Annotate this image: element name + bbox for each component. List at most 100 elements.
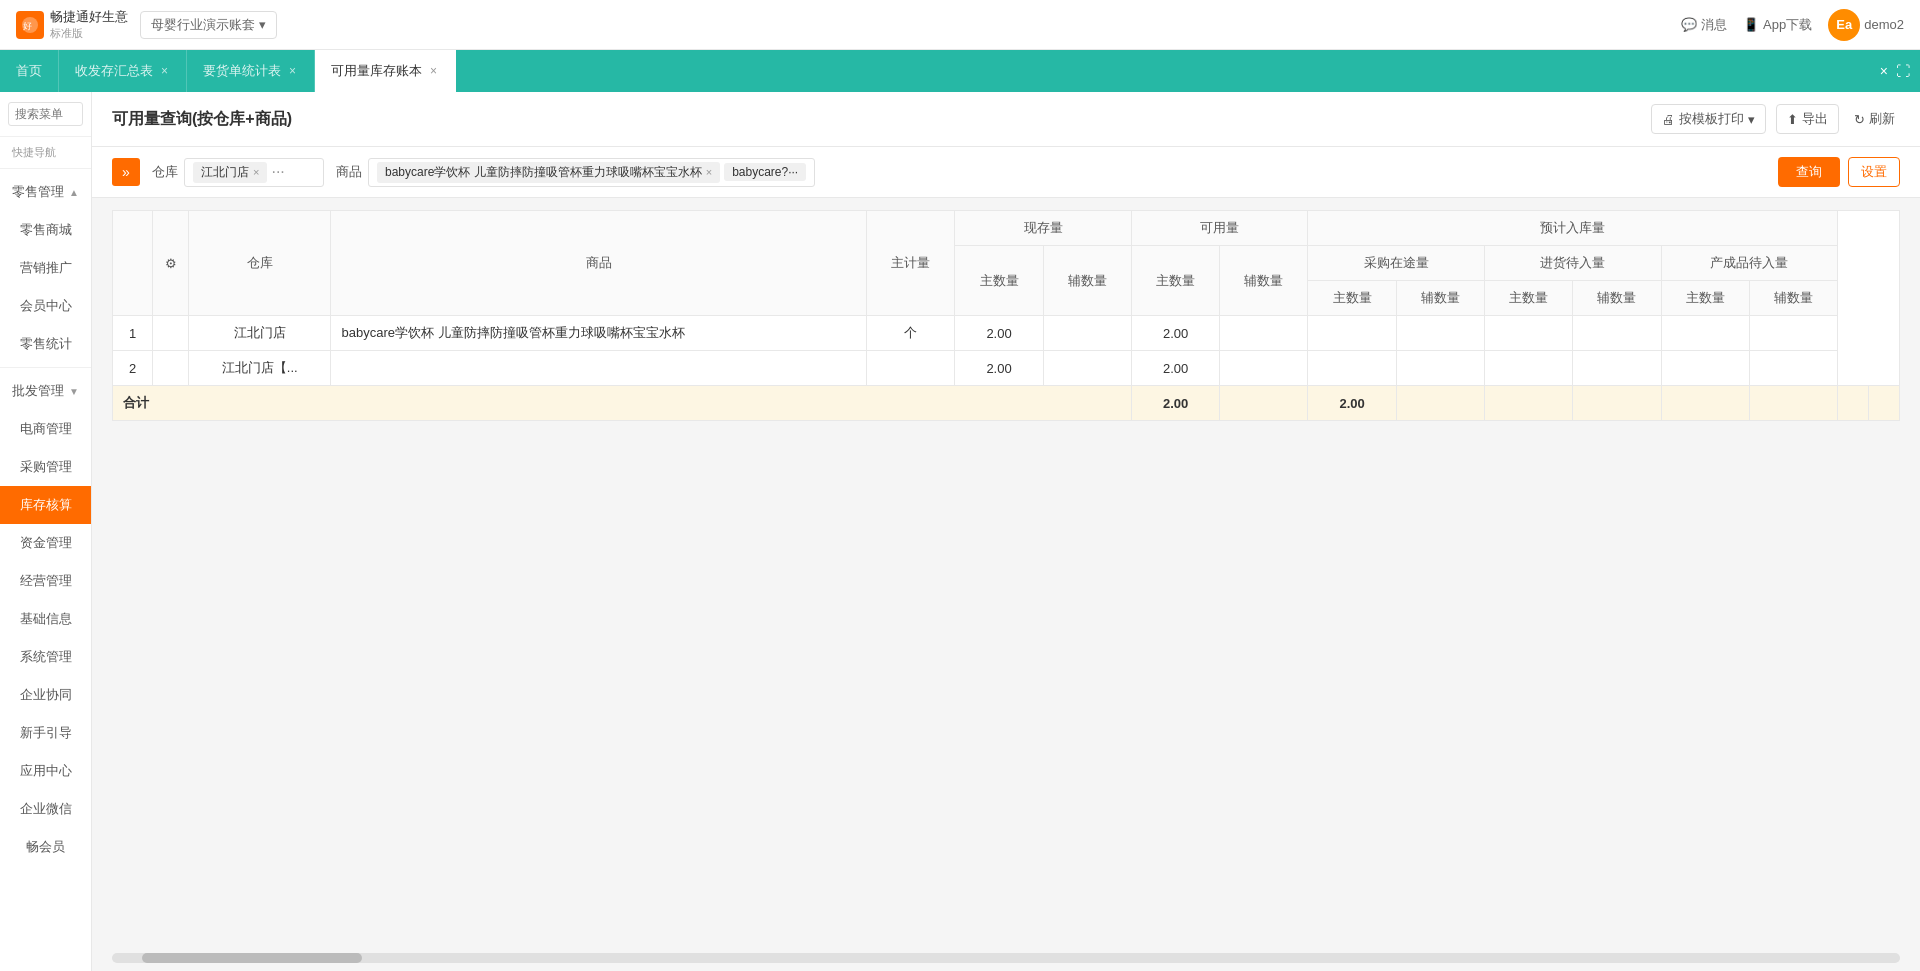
message-icon: 💬 [1681,17,1697,32]
sidebar-member-center-label: 会员中心 [20,297,72,315]
settings-icon[interactable]: ⚙ [165,256,177,271]
sidebar-enterprise-wechat-label: 企业微信 [20,800,72,818]
sidebar-item-system-mgmt[interactable]: 系统管理 [0,638,91,676]
query-button[interactable]: 查询 [1778,157,1840,187]
table-row: 1 江北门店 babycare学饮杯 儿童防摔防撞吸管杯重力球吸嘴杯宝宝水杯 个… [113,316,1900,351]
message-button[interactable]: 💬 消息 [1681,16,1727,34]
footer-production-aux [1868,386,1899,421]
sidebar-finance-label: 资金管理 [20,534,72,552]
product-tag-1-close[interactable]: × [706,166,712,178]
username-label: demo2 [1864,17,1904,32]
th-purchase-main: 主数量 [1308,281,1396,316]
cell-purchase-main [1308,316,1396,351]
cell-production-aux [1749,351,1837,386]
sidebar-divider [0,168,91,169]
chevron-up-icon: ▲ [69,187,79,198]
th-avail-main: 主数量 [1131,246,1219,316]
svg-text:好: 好 [23,21,32,31]
tab-close-all-icon[interactable]: × [1880,63,1888,79]
user-profile[interactable]: Ea demo2 [1828,9,1904,41]
sidebar-item-member-center[interactable]: 会员中心 [0,287,91,325]
sidebar-item-ops-mgmt[interactable]: 经营管理 [0,562,91,600]
sidebar-retail-stats-label: 零售统计 [20,335,72,353]
cell-purchase-aux [1396,316,1484,351]
main-layout: 快捷导航 零售管理 ▲ 零售商城 营销推广 会员中心 零售统计 批发管理 ▼ 电… [0,92,1920,971]
refresh-button[interactable]: ↻ 刷新 [1849,105,1900,133]
sidebar-item-app-center[interactable]: 应用中心 [0,752,91,790]
more-icon[interactable]: ··· [271,163,284,181]
chevron-down-icon: ▾ [259,17,266,32]
tab-available-stock-close[interactable]: × [428,62,439,80]
sidebar-item-enterprise-wechat[interactable]: 企业微信 [0,790,91,828]
sidebar-item-marketing[interactable]: 营销推广 [0,249,91,287]
tab-receipts-close[interactable]: × [159,62,170,80]
cell-avail-aux [1220,316,1308,351]
th-product: 商品 [331,211,867,316]
sidebar-item-ecommerce-mgmt[interactable]: 电商管理 [0,410,91,448]
sidebar-item-purchase-mgmt[interactable]: 采购管理 [0,448,91,486]
sidebar-basic-info-label: 基础信息 [20,610,72,628]
sidebar-item-retail-stats[interactable]: 零售统计 [0,325,91,363]
sidebar-item-basic-info[interactable]: 基础信息 [0,600,91,638]
cell-unit [867,351,955,386]
tab-available-stock[interactable]: 可用量库存账本 × [315,50,456,92]
industry-label: 母婴行业演示账套 [151,16,255,34]
sidebar-marketing-label: 营销推广 [20,259,72,277]
template-print-label: 按模板打印 [1679,110,1744,128]
th-stock-main: 主数量 [955,246,1043,316]
app-download-button[interactable]: 📱 App下载 [1743,16,1812,34]
th-avail-aux: 辅数量 [1220,246,1308,316]
warehouse-label: 仓库 [152,163,178,181]
sidebar-item-stock-check[interactable]: 库存核算 [0,486,91,524]
tab-controls: × ⛶ [1870,50,1920,92]
refresh-label: 刷新 [1869,110,1895,128]
product-label: 商品 [336,163,362,181]
footer-incoming-aux [1749,386,1837,421]
th-production-subgroup: 产成品待入量 [1661,246,1838,281]
cell-incoming-main [1485,351,1573,386]
tab-expand-icon[interactable]: ⛶ [1896,63,1910,79]
cell-production-main [1661,316,1749,351]
sidebar-item-member[interactable]: 畅会员 [0,828,91,866]
cell-settings [153,351,189,386]
sidebar-item-new-guide[interactable]: 新手引导 [0,714,91,752]
filter-toggle-button[interactable]: » [112,158,140,186]
footer-incoming-main [1661,386,1749,421]
search-input[interactable] [8,102,83,126]
product-tag-1: babycare学饮杯 儿童防摔防撞吸管杯重力球吸嘴杯宝宝水杯 × [377,162,720,183]
logo-icon: 好 [16,11,44,39]
sidebar-wholesale-mgmt-label: 批发管理 [12,382,64,400]
content-area: 可用量查询(按仓库+商品) 🖨 按模板打印 ▾ ⬆ 导出 ↻ 刷新 [92,92,1920,971]
top-bar-left: 好 畅捷通好生意 标准版 母婴行业演示账套 ▾ [16,8,277,41]
sidebar-item-retail-mgmt[interactable]: 零售管理 ▲ [0,173,91,211]
footer-stock-aux [1220,386,1308,421]
template-print-button[interactable]: 🖨 按模板打印 ▾ [1651,104,1766,134]
tab-home-label: 首页 [16,62,42,80]
tab-receipts[interactable]: 收发存汇总表 × [59,50,187,92]
footer-label: 合计 [113,386,1132,421]
sidebar-item-finance-mgmt[interactable]: 资金管理 [0,524,91,562]
settings-button[interactable]: 设置 [1848,157,1900,187]
cell-stock-main: 2.00 [955,316,1043,351]
industry-selector[interactable]: 母婴行业演示账套 ▾ [140,11,277,39]
tab-order-stats[interactable]: 要货单统计表 × [187,50,315,92]
printer-icon: 🖨 [1662,112,1675,127]
tab-home[interactable]: 首页 [0,50,59,92]
th-available-group: 可用量 [1131,211,1308,246]
cell-unit: 个 [867,316,955,351]
page-actions: 🖨 按模板打印 ▾ ⬆ 导出 ↻ 刷新 [1651,104,1900,134]
tab-order-stats-close[interactable]: × [287,62,298,80]
scroll-thumb[interactable] [142,953,362,963]
double-arrow-icon: » [122,164,130,180]
export-button[interactable]: ⬆ 导出 [1776,104,1839,134]
app-download-label: App下载 [1763,16,1812,34]
sidebar-item-enterprise-collab[interactable]: 企业协同 [0,676,91,714]
top-bar-right: 💬 消息 📱 App下载 Ea demo2 [1681,9,1904,41]
warehouse-tag-close[interactable]: × [253,166,259,178]
sidebar-item-wholesale-mgmt[interactable]: 批发管理 ▼ [0,372,91,410]
page-title-row: 可用量查询(按仓库+商品) 🖨 按模板打印 ▾ ⬆ 导出 ↻ 刷新 [112,104,1900,146]
sidebar-app-center-label: 应用中心 [20,762,72,780]
tab-receipts-label: 收发存汇总表 [75,62,153,80]
sidebar-item-retail-mall[interactable]: 零售商城 [0,211,91,249]
th-purchase-aux: 辅数量 [1396,281,1484,316]
